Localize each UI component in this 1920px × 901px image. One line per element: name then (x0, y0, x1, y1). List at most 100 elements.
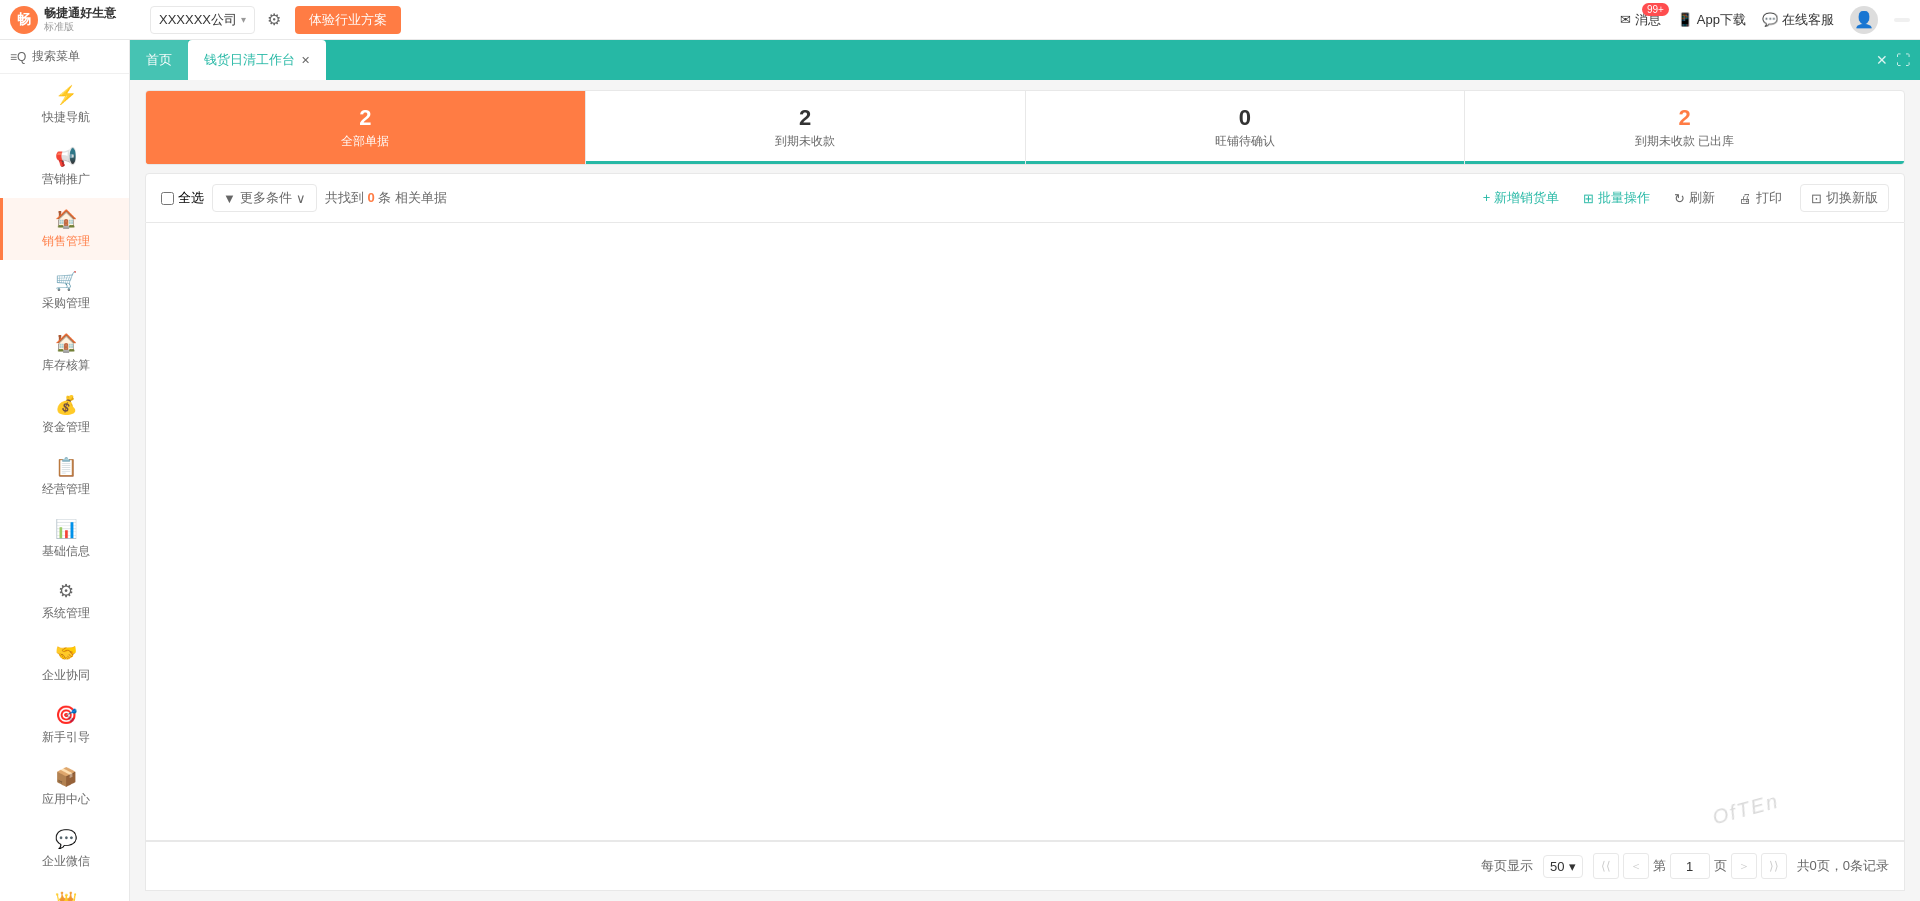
service-label: 在线客服 (1782, 11, 1834, 29)
company-selector[interactable]: XXXXXX公司 ▾ (150, 6, 255, 34)
page-size-prefix: 每页显示 (1481, 857, 1533, 875)
next-page-btn[interactable]: ＞ (1731, 853, 1757, 879)
sidebar-item-app-center[interactable]: 📦 应用中心 (0, 756, 129, 818)
tab-workbench[interactable]: 钱货日清工作台 ✕ (188, 40, 326, 80)
page-suffix: 页 (1714, 857, 1727, 875)
guide-icon: 🎯 (55, 704, 77, 726)
cooperation-icon: 🤝 (55, 642, 77, 664)
sidebar-item-member[interactable]: 👑 畅会员 (0, 880, 129, 901)
sidebar-item-purchase[interactable]: 🛒 采购管理 (0, 260, 129, 322)
avatar-icon: 👤 (1854, 10, 1874, 29)
sidebar: ≡Q 搜索菜单 ⚡ 快捷导航 📢 营销推广 🏠 销售管理 🛒 采购管理 🏠 库存… (0, 40, 130, 901)
sidebar-item-basic-info[interactable]: 📊 基础信息 (0, 508, 129, 570)
table-area (145, 223, 1905, 841)
toolbar-left: 全选 ▼ 更多条件 ∨ 共找到 0 条 相关单据 (161, 184, 1467, 212)
sidebar-label-cooperation: 企业协同 (42, 667, 90, 684)
stat-overdue[interactable]: 2 到期未收款 (586, 91, 1026, 164)
sidebar-item-marketing[interactable]: 📢 营销推广 (0, 136, 129, 198)
toolbar-right: + 新增销货单 ⊞ 批量操作 ↻ 刷新 🖨 打印 ⊡ (1477, 184, 1889, 212)
sidebar-item-finance[interactable]: 💰 资金管理 (0, 384, 129, 446)
select-all-checkbox[interactable]: 全选 (161, 189, 204, 207)
stat-pending-number: 0 (1046, 105, 1445, 131)
sidebar-label-marketing: 营销推广 (42, 171, 90, 188)
stat-pending[interactable]: 0 旺铺待确认 (1026, 91, 1466, 164)
avatar[interactable]: 👤 (1850, 6, 1878, 34)
sidebar-item-sales[interactable]: 🏠 销售管理 (0, 198, 129, 260)
refresh-button[interactable]: ↻ 刷新 (1668, 185, 1721, 211)
sidebar-label-system: 系统管理 (42, 605, 90, 622)
basic-info-icon: 📊 (55, 518, 77, 540)
print-button[interactable]: 🖨 打印 (1733, 185, 1788, 211)
sidebar-item-operation[interactable]: 📋 经营管理 (0, 446, 129, 508)
stat-all[interactable]: 2 全部单据 (146, 91, 586, 164)
sidebar-item-wechat[interactable]: 💬 企业微信 (0, 818, 129, 880)
add-order-label: + 新增销货单 (1483, 189, 1559, 207)
marketing-icon: 📢 (55, 146, 77, 168)
refresh-icon: ↻ (1674, 191, 1685, 206)
page-size-value: 50 (1550, 859, 1564, 874)
select-all-label: 全选 (178, 189, 204, 207)
sidebar-label-wechat: 企业微信 (42, 853, 90, 870)
message-btn[interactable]: ✉ 消息 99+ (1620, 11, 1661, 29)
app-download-btn[interactable]: 📱 App下载 (1677, 11, 1746, 29)
stat-unshipped-label: 到期未收款 已出库 (1485, 133, 1884, 150)
finance-icon: 💰 (55, 394, 77, 416)
stat-unshipped[interactable]: 2 到期未收款 已出库 (1465, 91, 1904, 164)
company-name: XXXXXX公司 (159, 11, 237, 29)
search-icon: ≡Q (10, 50, 26, 64)
sidebar-item-inventory[interactable]: 🏠 库存核算 (0, 322, 129, 384)
last-page-btn[interactable]: ⟩⟩ (1761, 853, 1787, 879)
tab-home[interactable]: 首页 (130, 40, 188, 80)
sidebar-label-quick-nav: 快捷导航 (42, 109, 90, 126)
sidebar-item-quick-nav[interactable]: ⚡ 快捷导航 (0, 74, 129, 136)
first-page-btn[interactable]: ⟨⟨ (1593, 853, 1619, 879)
sidebar-item-guide[interactable]: 🎯 新手引导 (0, 694, 129, 756)
print-icon: 🖨 (1739, 191, 1752, 206)
print-label: 打印 (1756, 189, 1782, 207)
stat-all-label: 全部单据 (166, 133, 565, 150)
batch-operation-button[interactable]: ⊞ 批量操作 (1577, 185, 1656, 211)
tab-close-icon[interactable]: ✕ (301, 54, 310, 67)
stat-overdue-number: 2 (606, 105, 1005, 131)
found-text: 共找到 0 条 相关单据 (325, 189, 447, 207)
online-service-btn[interactable]: 💬 在线客服 (1762, 11, 1834, 29)
switch-icon: ⊡ (1811, 191, 1822, 206)
sidebar-label-guide: 新手引导 (42, 729, 90, 746)
select-all-input[interactable] (161, 192, 174, 205)
avatar-name[interactable] (1894, 18, 1910, 22)
logo-area: 畅 畅捷通好生意 标准版 (10, 6, 140, 34)
tab-expand-icon[interactable]: ⛶ (1896, 52, 1910, 68)
content-area: 首页 钱货日清工作台 ✕ ✕ ⛶ 2 全部单据 2 (130, 40, 1920, 901)
experience-btn[interactable]: 体验行业方案 (295, 6, 401, 34)
top-header: 畅 畅捷通好生意 标准版 XXXXXX公司 ▾ ⚙ 体验行业方案 ✉ 消息 99… (0, 0, 1920, 40)
logo-main: 畅捷通好生意 (44, 6, 116, 20)
settings-icon[interactable]: ⚙ (263, 6, 285, 33)
tab-home-label: 首页 (146, 51, 172, 69)
stat-overdue-label: 到期未收款 (606, 133, 1005, 150)
page-size-select[interactable]: 50 ▾ (1543, 855, 1582, 878)
member-icon: 👑 (55, 890, 77, 901)
switch-version-button[interactable]: ⊡ 切换新版 (1800, 184, 1889, 212)
quick-nav-icon: ⚡ (55, 84, 77, 106)
page-input[interactable] (1670, 853, 1710, 879)
wechat-icon: 💬 (55, 828, 77, 850)
operation-icon: 📋 (55, 456, 77, 478)
header-right: ✉ 消息 99+ 📱 App下载 💬 在线客服 👤 (1620, 6, 1910, 34)
sidebar-search[interactable]: ≡Q 搜索菜单 (0, 40, 129, 74)
prev-page-btn[interactable]: ＜ (1623, 853, 1649, 879)
stat-all-number: 2 (166, 105, 565, 131)
found-count: 0 (368, 190, 375, 205)
sidebar-label-sales: 销售管理 (42, 233, 90, 250)
tab-close-window-icon[interactable]: ✕ (1876, 52, 1888, 68)
add-order-button[interactable]: + 新增销货单 (1477, 185, 1565, 211)
sidebar-label-basic-info: 基础信息 (42, 543, 90, 560)
stat-unshipped-number: 2 (1485, 105, 1884, 131)
sidebar-label-inventory: 库存核算 (42, 357, 90, 374)
page-prefix: 第 (1653, 857, 1666, 875)
sidebar-item-cooperation[interactable]: 🤝 企业协同 (0, 632, 129, 694)
sidebar-item-system[interactable]: ⚙ 系统管理 (0, 570, 129, 632)
message-badge: 99+ (1642, 3, 1669, 16)
app-center-icon: 📦 (55, 766, 77, 788)
sales-icon: 🏠 (55, 208, 77, 230)
filter-button[interactable]: ▼ 更多条件 ∨ (212, 184, 317, 212)
